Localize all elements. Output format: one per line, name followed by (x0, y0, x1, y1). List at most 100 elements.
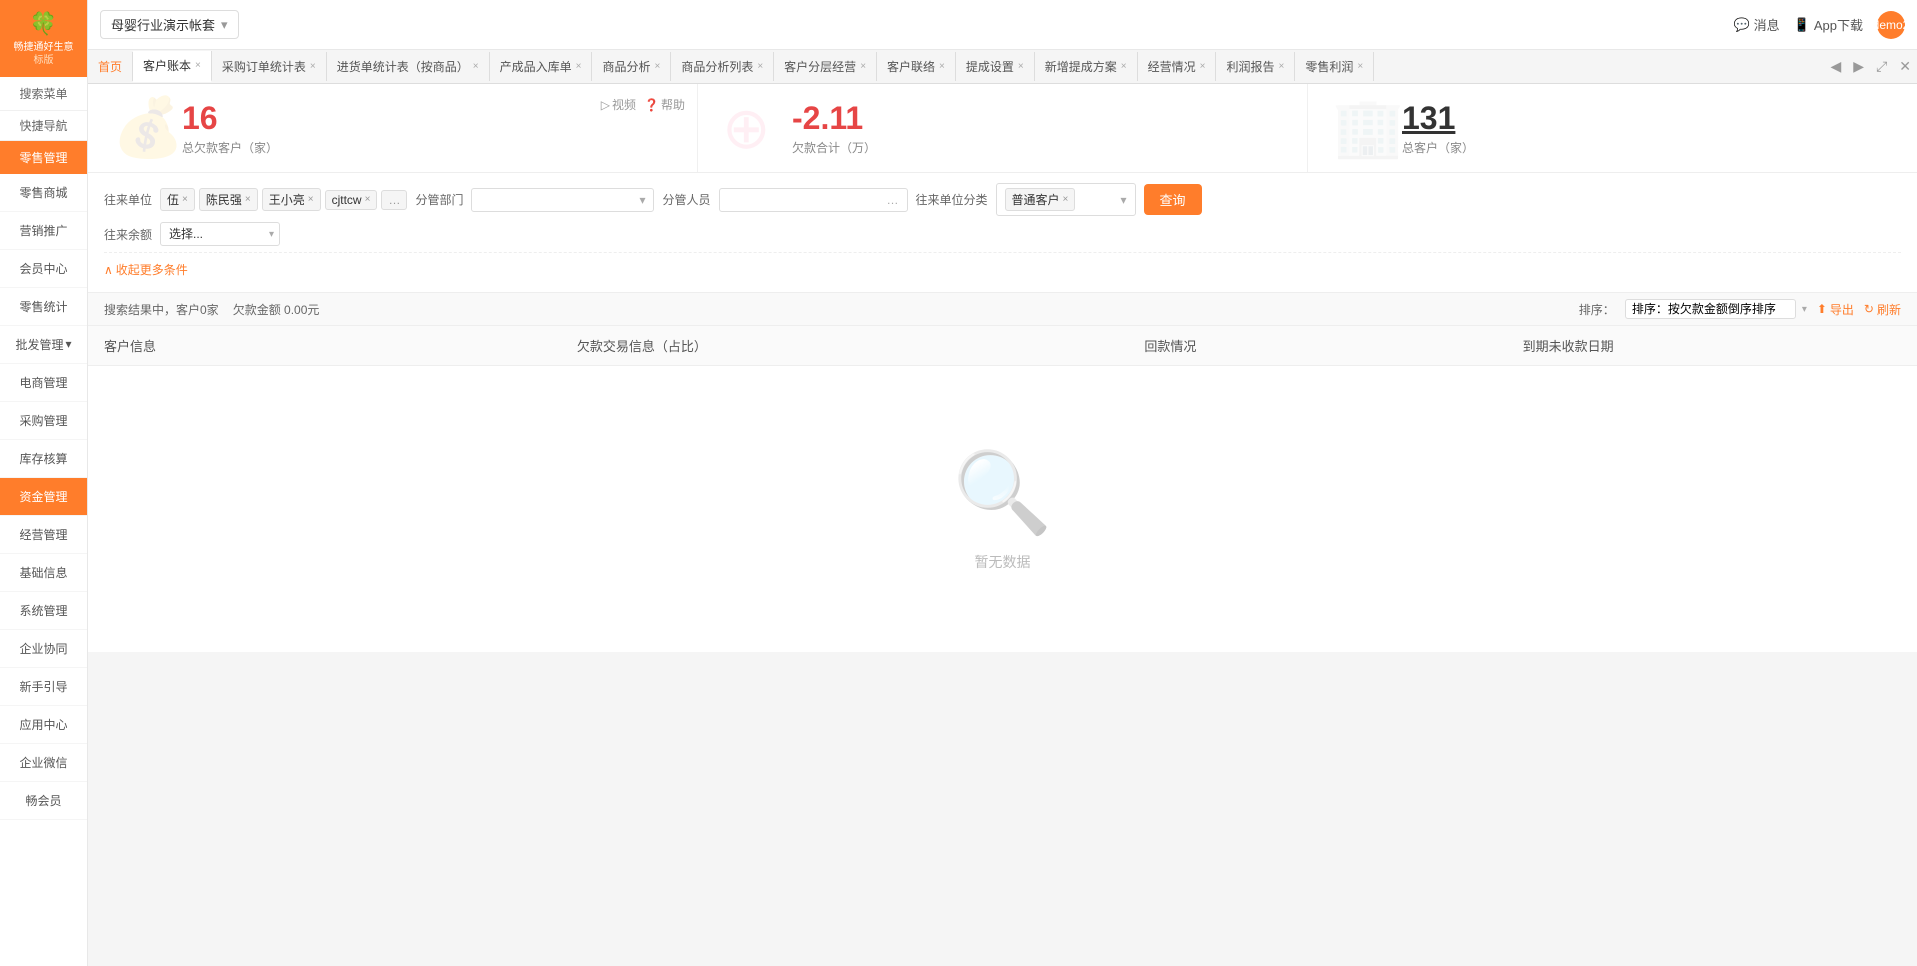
result-bar-right: 排序： 排序：按欠款金额倒序排序 ▾ ⬆ 导出 ↻ 刷新 (1579, 299, 1901, 319)
sidebar-item-retail-stats[interactable]: 零售统计 (0, 288, 87, 326)
query-button[interactable]: 查询 (1144, 184, 1202, 215)
tab-purchase-stats[interactable]: 采购订单统计表 × (212, 52, 327, 81)
close-icon[interactable]: × (939, 61, 945, 72)
tab-commission-settings[interactable]: 提成设置 × (956, 52, 1035, 81)
tab-product-analysis[interactable]: 商品分析 × (592, 52, 671, 81)
app-logo: 🍀 畅捷通好生意 标版 (0, 0, 87, 77)
quick-nav[interactable]: 快捷导航 (0, 111, 87, 141)
help-btn[interactable]: ❓ 帮助 (644, 96, 685, 113)
tab-inbound-stats[interactable]: 进货单统计表（按商品） × (327, 52, 490, 81)
more-tags-btn[interactable]: … (381, 190, 407, 210)
refresh-icon: ↻ (1864, 302, 1874, 316)
sidebar-item-enterprise-collab[interactable]: 企业协同 (0, 630, 87, 668)
close-icon[interactable]: × (1278, 61, 1284, 72)
sidebar-item-wechat[interactable]: 企业微信 (0, 744, 87, 782)
sidebar-item-finance[interactable]: 资金管理 (0, 478, 87, 516)
remove-tag-2[interactable]: × (308, 194, 314, 205)
person-field[interactable] (728, 193, 883, 207)
sidebar-item-ecommerce[interactable]: 电商管理 (0, 364, 87, 402)
stat-value-total: 131 (1402, 100, 1893, 137)
tab-profit-report[interactable]: 利润报告 × (1216, 52, 1295, 81)
close-icon[interactable]: × (1018, 61, 1024, 72)
sidebar-item-vip[interactable]: 畅会员 (0, 782, 87, 820)
remove-tag-1[interactable]: × (245, 194, 251, 205)
tabs-prev-arrow[interactable]: ◀ (1825, 58, 1848, 75)
sidebar-item-inventory[interactable]: 库存核算 (0, 440, 87, 478)
stat-card-customers: 💰 16 总欠款客户（家） ▷ 视频 ❓ 帮助 (88, 84, 698, 172)
topbar-right: 💬 消息 📱 App下载 demo2 (1733, 11, 1905, 39)
export-icon: ⬆ (1817, 302, 1827, 316)
topbar: 母婴行业演示帐套 ▾ 💬 消息 📱 App下载 demo2 (88, 0, 1917, 50)
filter-tag-0: 伍 × (160, 188, 195, 211)
sidebar-item-newbie[interactable]: 新手引导 (0, 668, 87, 706)
retail-mgmt[interactable]: 零售管理 (0, 141, 87, 174)
filter-row-2: 往来余额 选择... ▾ (104, 222, 1901, 246)
dept-field[interactable] (480, 193, 635, 207)
close-icon[interactable]: × (1357, 61, 1363, 72)
message-icon: 💬 (1733, 17, 1749, 33)
close-icon[interactable]: × (310, 61, 316, 72)
debt-amount-text: 欠款金额 0.00元 (233, 301, 320, 318)
sidebar-item-marketing[interactable]: 营销推广 (0, 212, 87, 250)
close-icon[interactable]: × (860, 61, 866, 72)
sidebar-item-system[interactable]: 系统管理 (0, 592, 87, 630)
refresh-btn[interactable]: ↻ 刷新 (1864, 301, 1901, 318)
tab-customer-contact[interactable]: 客户联络 × (877, 52, 956, 81)
person-input[interactable]: … (719, 188, 908, 212)
sidebar-item-basic-info[interactable]: 基础信息 (0, 554, 87, 592)
close-icon[interactable]: × (1200, 61, 1206, 72)
tab-home[interactable]: 首页 (88, 52, 133, 81)
sidebar-item-member[interactable]: 会员中心 (0, 250, 87, 288)
dept-input[interactable]: ▾ (471, 188, 654, 212)
close-icon[interactable]: × (576, 61, 582, 72)
sort-select-wrap[interactable]: 排序：按欠款金额倒序排序 ▾ (1625, 299, 1807, 319)
filter-tag-1: 陈民强 × (199, 188, 258, 211)
tabs-next-arrow[interactable]: ▶ (1847, 58, 1870, 75)
search-menu[interactable]: 搜索菜单 (0, 77, 87, 111)
remove-tag-3[interactable]: × (365, 194, 371, 205)
app-download-btn[interactable]: 📱 App下载 (1794, 15, 1863, 34)
stat-label-customers: 总欠款客户（家） (182, 139, 673, 156)
filter-label-unit: 往来单位 (104, 191, 152, 208)
sidebar-item-operations[interactable]: 经营管理 (0, 516, 87, 554)
sidebar-item-wholesale[interactable]: 批发管理▾ (0, 326, 87, 364)
avatar[interactable]: demo2 (1877, 11, 1905, 39)
collapse-btn[interactable]: ∧ 收起更多条件 (104, 257, 1901, 282)
account-selector[interactable]: 母婴行业演示帐套 ▾ (100, 10, 239, 39)
col-customer-info: 客户信息 (104, 336, 577, 355)
messages-btn[interactable]: 💬 消息 (1733, 15, 1779, 34)
video-help-btn[interactable]: ▷ 视频 (601, 96, 636, 113)
close-icon[interactable]: × (195, 60, 201, 71)
tab-expand-icon[interactable]: ⤢ (1870, 58, 1893, 75)
close-icon[interactable]: × (757, 61, 763, 72)
balance-select-wrap[interactable]: 选择... ▾ (160, 222, 280, 246)
tabs-controls: ◀ ▶ ⤢ ✕ (1825, 58, 1917, 75)
tab-customer-tier[interactable]: 客户分层经营 × (774, 52, 877, 81)
close-icon[interactable]: × (654, 61, 660, 72)
tab-customer-ledger[interactable]: 客户账本 × (133, 51, 212, 82)
sidebar-item-retail-mall[interactable]: 零售商城 (0, 174, 87, 212)
filter-tag-3: cjttcw × (325, 190, 378, 210)
tab-operations[interactable]: 经营情况 × (1138, 52, 1217, 81)
balance-select[interactable]: 选择... (160, 222, 280, 246)
remove-category-tag-0[interactable]: × (1063, 194, 1069, 205)
sort-select[interactable]: 排序：按欠款金额倒序排序 (1625, 299, 1796, 319)
col-repayment: 回款情况 (1144, 336, 1522, 355)
close-icon[interactable]: × (1121, 61, 1127, 72)
filter-label-person: 分管人员 (662, 191, 710, 208)
tab-add-commission[interactable]: 新增提成方案 × (1035, 52, 1138, 81)
remove-tag-0[interactable]: × (182, 194, 188, 205)
filter-area: 往来单位 伍 × 陈民强 × 王小亮 × cjttcw (88, 173, 1917, 293)
sidebar-item-app-center[interactable]: 应用中心 (0, 706, 87, 744)
stat-label-total: 总客户（家） (1402, 139, 1893, 156)
chevron-down-icon: ▾ (221, 17, 228, 33)
tab-production-inbound[interactable]: 产成品入库单 × (490, 52, 593, 81)
export-btn[interactable]: ⬆ 导出 (1817, 301, 1854, 318)
more-icon: … (887, 193, 899, 207)
table-area: 客户信息 欠款交易信息（占比） 回款情况 到期未收款日期 🔍 暂无数据 (88, 326, 1917, 652)
tab-retail-profit[interactable]: 零售利润 × (1295, 52, 1374, 81)
tab-product-analysis-list[interactable]: 商品分析列表 × (671, 52, 774, 81)
close-icon[interactable]: × (473, 61, 479, 72)
tab-close-icon[interactable]: ✕ (1893, 58, 1917, 75)
sidebar-item-purchase[interactable]: 采购管理 (0, 402, 87, 440)
